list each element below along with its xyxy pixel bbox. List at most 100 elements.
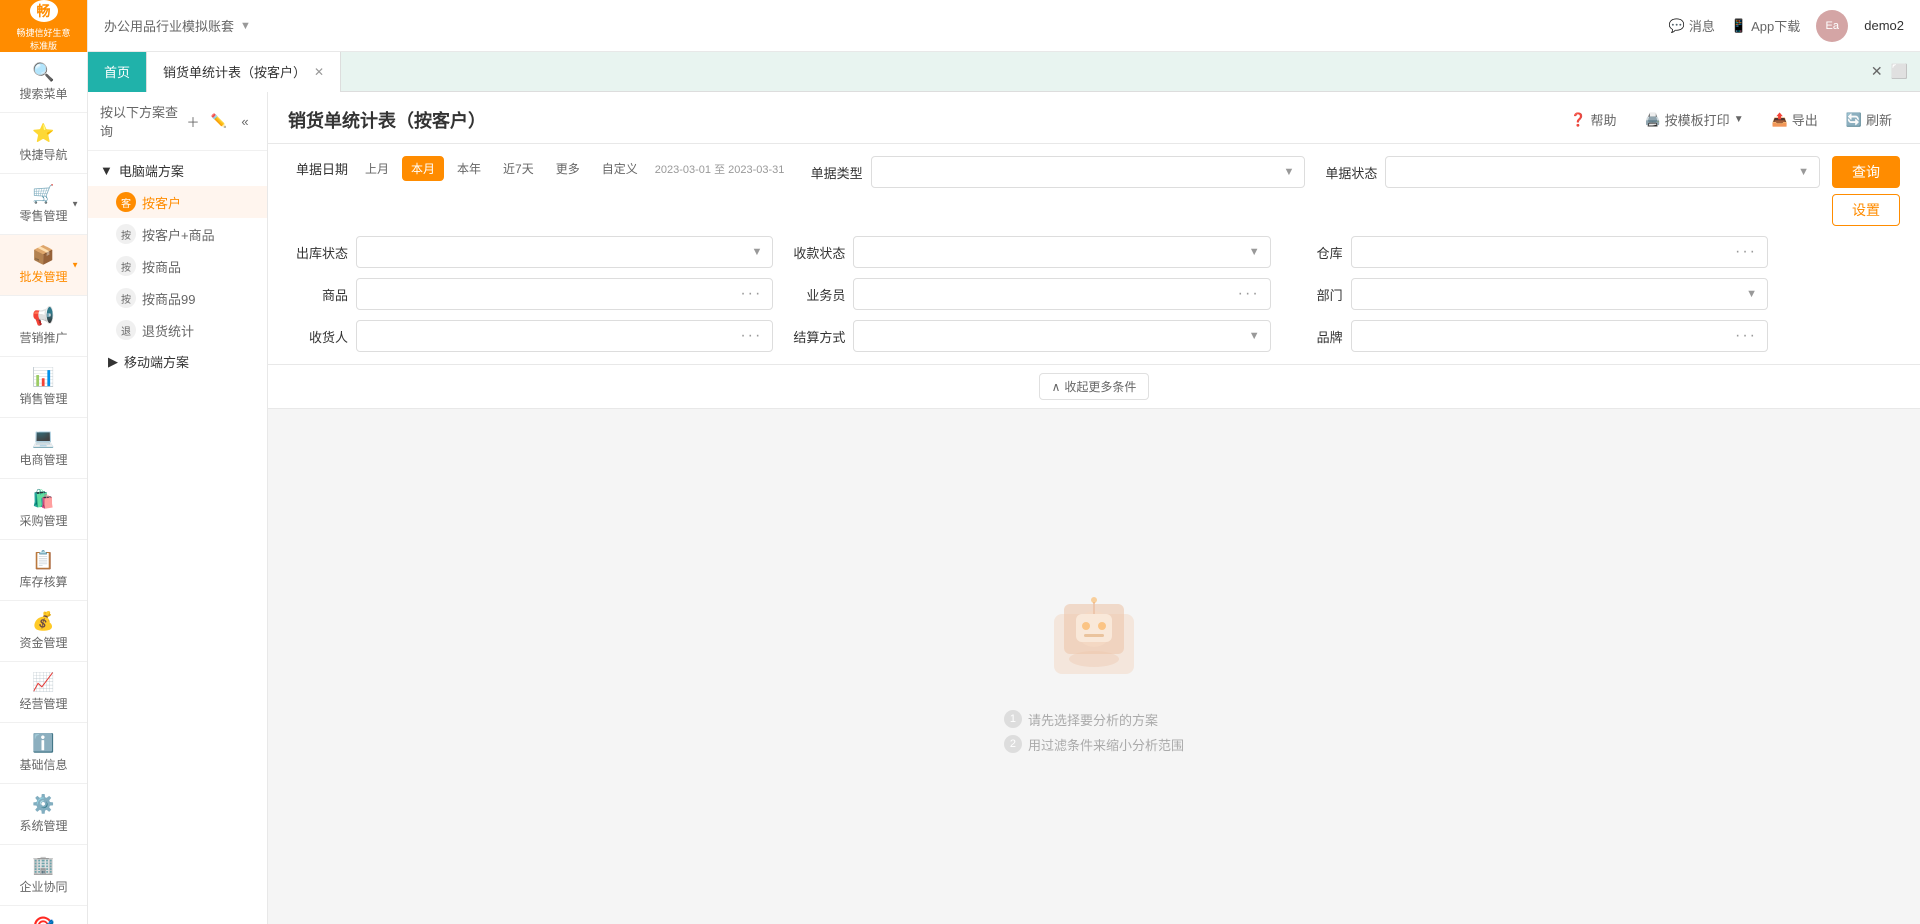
window-maximize-btn[interactable]: ⬜	[1891, 63, 1908, 80]
filter-row-3: 商品 ··· 业务员 ··· 部门 ▼	[288, 278, 1900, 310]
message-btn[interactable]: 💬 消息	[1669, 16, 1715, 35]
edit-scheme-btn[interactable]: ✏️	[209, 111, 229, 131]
sidebar-item-enterprise[interactable]: 🏢 企业协同	[0, 845, 87, 906]
brand-input[interactable]: ···	[1351, 320, 1768, 352]
page-header: 销货单统计表（按客户） ❓ 帮助 🖨️ 按模板打印 ▼ 📤 导出	[268, 92, 1920, 144]
by-customer-icon: 客	[116, 192, 136, 212]
tip-text-2: 用过滤条件来缩小分析范围	[1028, 735, 1184, 754]
sidebar-item-label: 资金管理	[19, 634, 67, 651]
date-btn-custom[interactable]: 自定义	[593, 156, 647, 181]
sidebar-item-ecommerce[interactable]: 💻 电商管理	[0, 418, 87, 479]
sidebar-item-inventory[interactable]: 📋 库存核算	[0, 540, 87, 601]
left-panel-header: 按以下方案查询 ＋ ✏️ «	[88, 92, 267, 151]
filter-warehouse: 仓库 ···	[1283, 236, 1768, 268]
tip-num-1: 1	[1004, 710, 1022, 728]
type-dropdown[interactable]: ▼	[871, 156, 1306, 188]
sidebar-item-sales[interactable]: 📊 销售管理	[0, 357, 87, 418]
settings-button[interactable]: 设置	[1832, 194, 1900, 226]
date-btn-prev-month[interactable]: 上月	[356, 156, 398, 181]
logo: 畅 畅捷信好生意 标准版	[0, 0, 88, 52]
tree-item-return-stats[interactable]: 退 退货统计	[88, 314, 267, 346]
filter-type-group: 单据类型 ▼	[803, 156, 1306, 188]
template-print-btn[interactable]: 🖨️ 按模板打印 ▼	[1636, 106, 1751, 133]
filter-row-2: 出库状态 ▼ 收款状态 ▼ 仓库 ···	[288, 236, 1900, 268]
app-download-btn[interactable]: 📱 App下载	[1731, 16, 1800, 35]
settle-dropdown[interactable]: ▼	[853, 320, 1270, 352]
tree-item-by-goods-99[interactable]: 按 按商品99	[88, 282, 267, 314]
query-button[interactable]: 查询	[1832, 156, 1900, 188]
inventory-icon: 📋	[32, 550, 54, 571]
settle-label: 结算方式	[785, 327, 845, 346]
finance-icon: 💰	[32, 611, 54, 632]
warehouse-input[interactable]: ···	[1351, 236, 1768, 268]
tree-section: ▼ 电脑端方案 客 按客户 按 按客户+商品 按 按商品 按 按商品99	[88, 151, 267, 381]
sidebar-item-wholesale[interactable]: 📦 批发管理	[0, 235, 87, 296]
out-status-dropdown[interactable]: ▼	[356, 236, 773, 268]
sidebar-item-search-menu[interactable]: 🔍 搜索菜单	[0, 52, 87, 113]
dept-dropdown[interactable]: ▼	[1351, 278, 1768, 310]
avatar[interactable]: Ea	[1816, 10, 1848, 42]
empty-illustration	[1034, 574, 1154, 694]
avatar-text: Ea	[1826, 20, 1839, 32]
marketing-icon: 📢	[32, 306, 54, 327]
refresh-icon: 🔄	[1846, 112, 1862, 128]
brand-dots: ···	[1735, 327, 1757, 345]
date-btn-this-month[interactable]: 本月	[402, 156, 444, 181]
export-btn[interactable]: 📤 导出	[1764, 106, 1826, 133]
sidebar-item-quick-nav[interactable]: ⭐ 快捷导航	[0, 113, 87, 174]
header-dropdown-icon[interactable]: ▼	[240, 20, 251, 32]
empty-tip-2: 2 用过滤条件来缩小分析范围	[1004, 735, 1184, 754]
receiver-input[interactable]: ···	[356, 320, 773, 352]
sidebar-item-basic[interactable]: ℹ️ 基础信息	[0, 723, 87, 784]
help-btn[interactable]: ❓ 帮助	[1562, 106, 1624, 133]
date-btn-more[interactable]: 更多	[547, 156, 589, 181]
sidebar-item-retail[interactable]: 🛒 零售管理	[0, 174, 87, 235]
sidebar-item-label: 营销推广	[19, 329, 67, 346]
filter-brand: 品牌 ···	[1283, 320, 1768, 352]
collapse-panel-btn[interactable]: «	[235, 111, 255, 131]
tree-group-desktop[interactable]: ▼ 电脑端方案	[88, 155, 267, 186]
sidebar-item-finance[interactable]: 💰 资金管理	[0, 601, 87, 662]
staff-input[interactable]: ···	[853, 278, 1270, 310]
tree-item-by-goods[interactable]: 按 按商品	[88, 250, 267, 282]
type-dropdown-arrow: ▼	[1283, 166, 1294, 178]
collapse-btn[interactable]: ∧ 收起更多条件	[1039, 373, 1150, 400]
by-goods-icon: 按	[116, 256, 136, 276]
type-label: 单据类型	[803, 163, 863, 182]
refresh-btn[interactable]: 🔄 刷新	[1838, 106, 1900, 133]
tree-item-label: 按客户+商品	[142, 225, 215, 244]
return-stats-icon: 退	[116, 320, 136, 340]
collect-status-dropdown[interactable]: ▼	[853, 236, 1270, 268]
search-menu-icon: 🔍	[32, 62, 54, 83]
export-icon: 📤	[1772, 112, 1788, 128]
right-panel: 销货单统计表（按客户） ❓ 帮助 🖨️ 按模板打印 ▼ 📤 导出	[268, 92, 1920, 924]
tree-group-mobile[interactable]: ▶ 移动端方案	[88, 346, 267, 377]
sidebar-item-system[interactable]: ⚙️ 系统管理	[0, 784, 87, 845]
tree-item-by-customer[interactable]: 客 按客户	[88, 186, 267, 218]
add-scheme-btn[interactable]: ＋	[183, 111, 203, 131]
empty-tips: 1 请先选择要分析的方案 2 用过滤条件来缩小分析范围	[1004, 710, 1184, 760]
tree-item-label: 退货统计	[142, 321, 194, 340]
sidebar-item-label: 企业协同	[19, 878, 67, 895]
sidebar-item-purchase[interactable]: 🛍️ 采购管理	[0, 479, 87, 540]
tab-sales-stats[interactable]: 销货单统计表（按客户） ✕	[147, 52, 341, 92]
goods-dots: ···	[740, 285, 762, 303]
window-close-btn[interactable]: ✕	[1871, 63, 1883, 80]
header-title-area: 办公用品行业模拟账套 ▼	[104, 16, 1669, 35]
sidebar-item-operations[interactable]: 📈 经营管理	[0, 662, 87, 723]
goods-input[interactable]: ···	[356, 278, 773, 310]
status-dropdown[interactable]: ▼	[1385, 156, 1820, 188]
tab-close-icon[interactable]: ✕	[314, 65, 324, 79]
collapse-arrow-icon: ∧	[1052, 380, 1061, 394]
sidebar-item-marketing[interactable]: 📢 营销推广	[0, 296, 87, 357]
tree-item-by-customer-goods[interactable]: 按 按客户+商品	[88, 218, 267, 250]
date-btn-7days[interactable]: 近7天	[494, 156, 543, 181]
ecommerce-icon: 💻	[32, 428, 54, 449]
date-btn-this-year[interactable]: 本年	[448, 156, 490, 181]
tab-home-label: 首页	[104, 62, 130, 81]
tree-group-arrow: ▼	[100, 163, 113, 178]
sidebar-item-newguide[interactable]: 🎯 新手引导	[0, 906, 87, 924]
template-print-icon: 🖨️	[1644, 112, 1660, 128]
operations-icon: 📈	[32, 672, 54, 693]
tab-home[interactable]: 首页	[88, 52, 147, 92]
